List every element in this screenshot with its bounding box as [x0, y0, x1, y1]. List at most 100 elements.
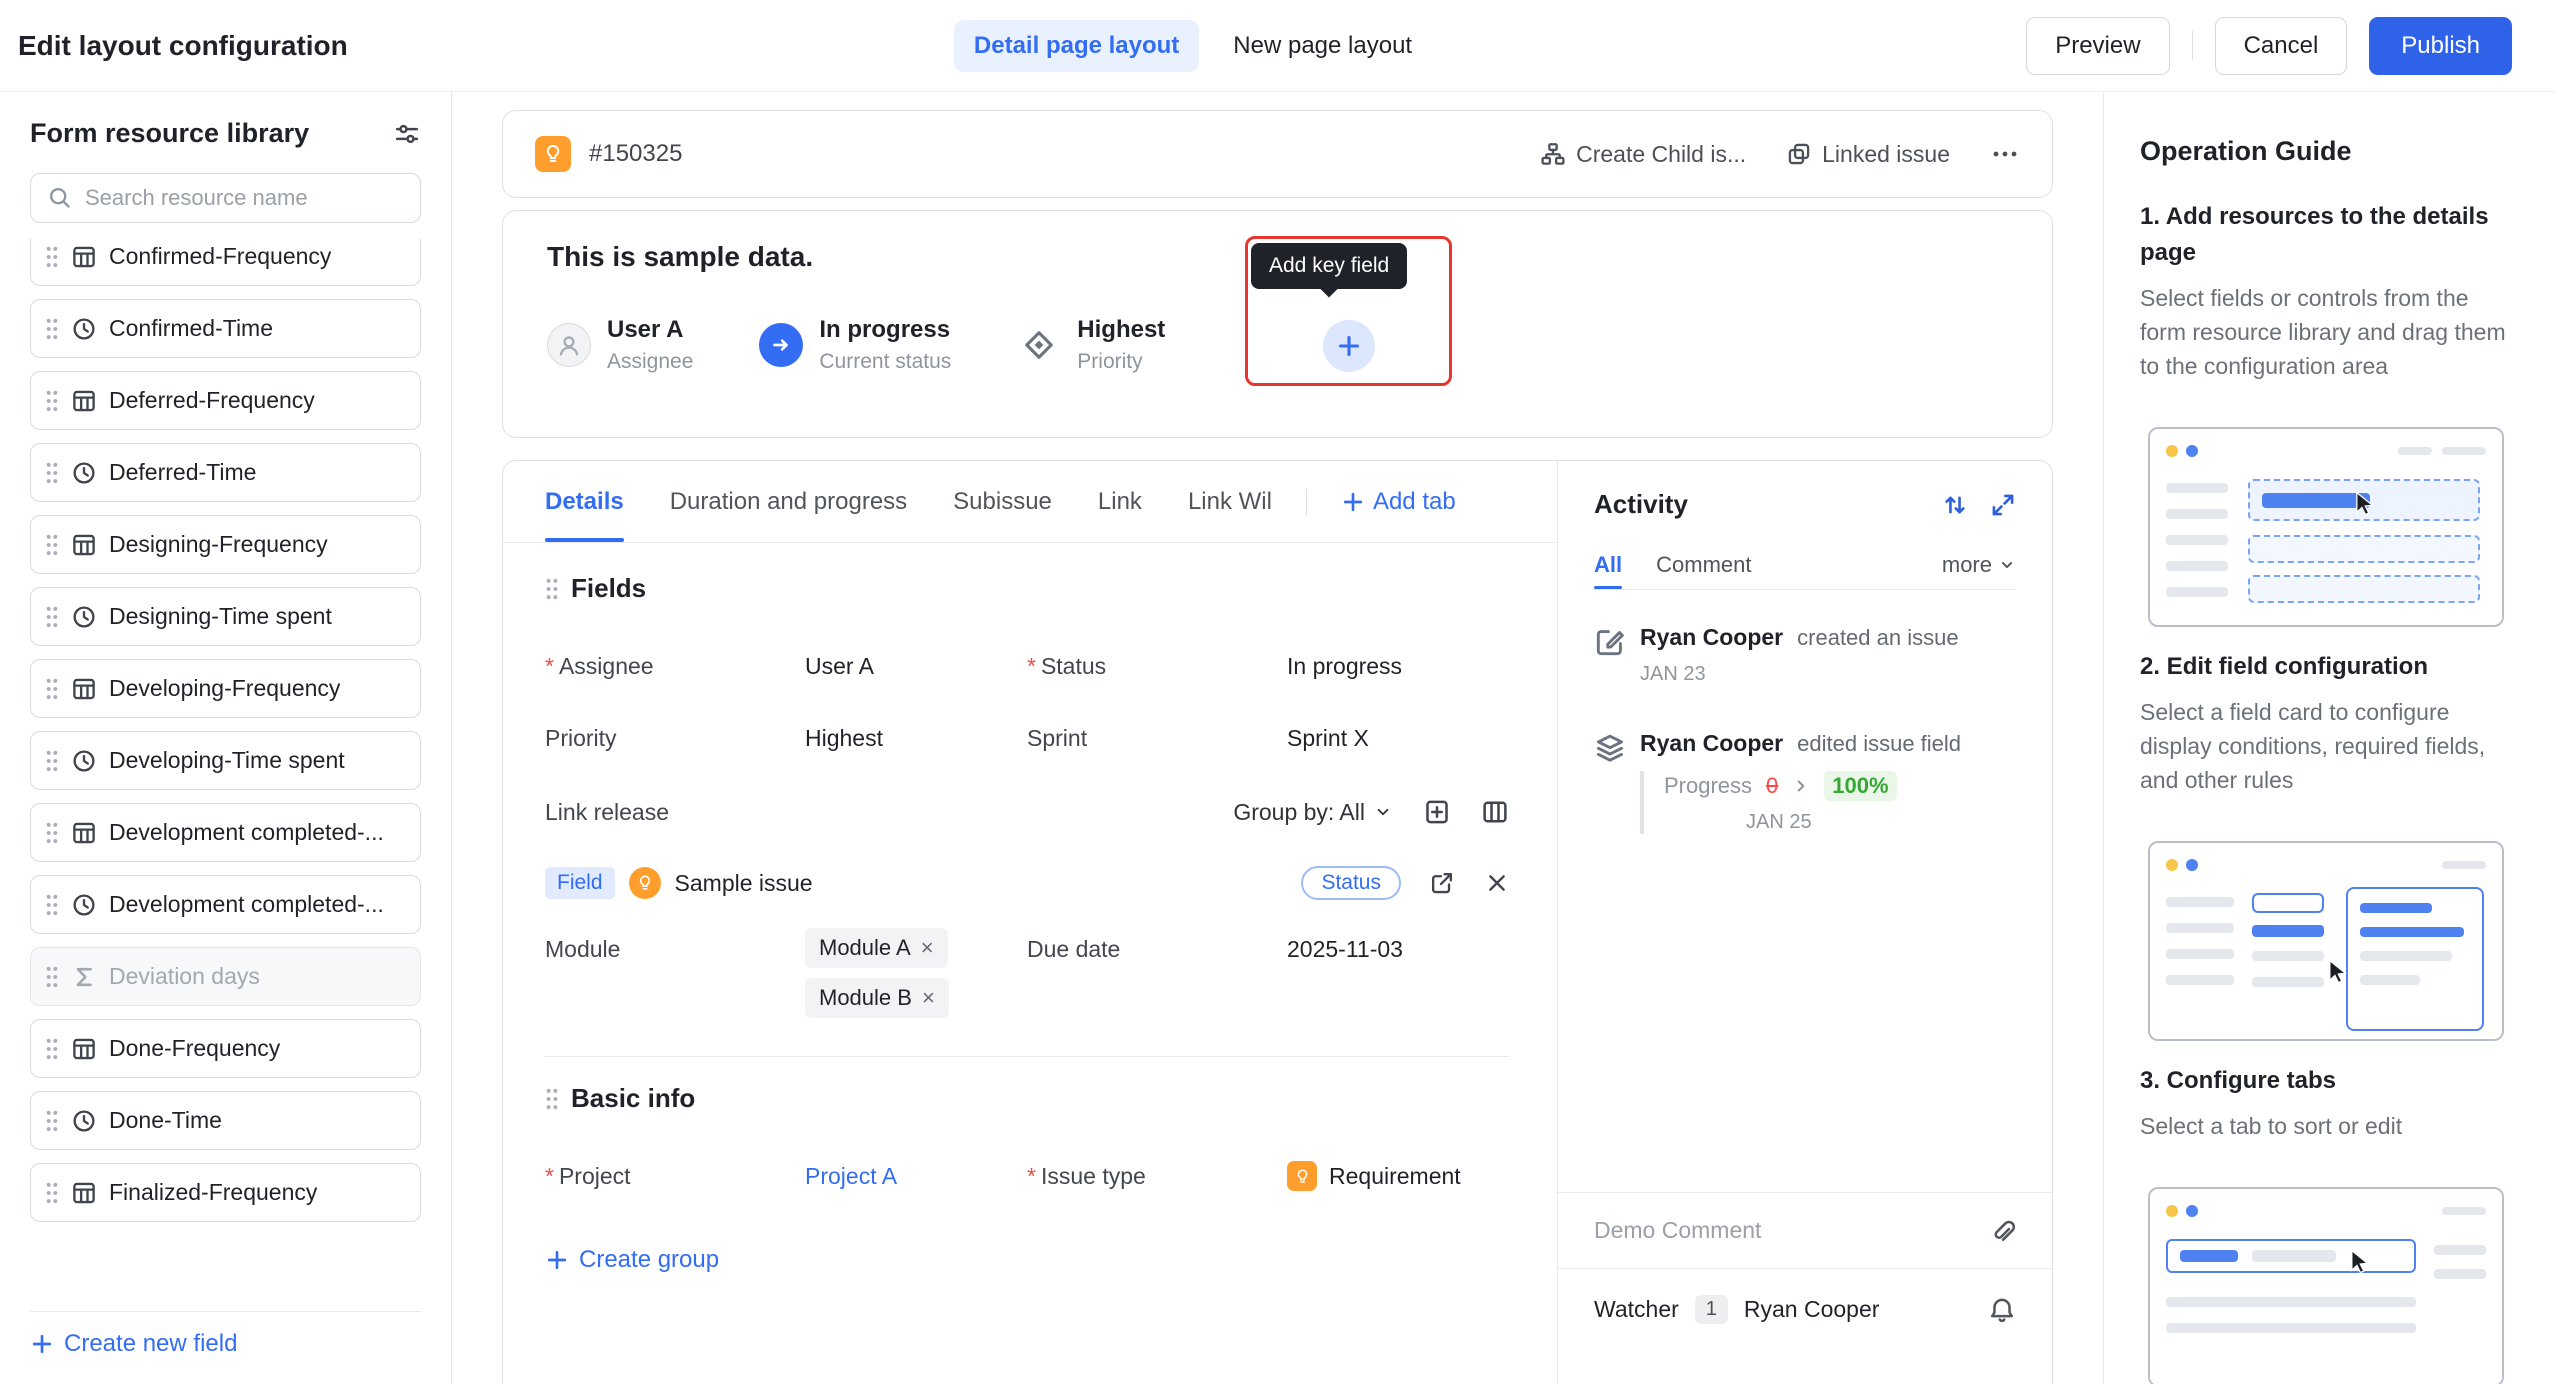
watcher-name[interactable]: Ryan Cooper [1744, 1296, 1880, 1323]
library-search[interactable] [30, 173, 421, 223]
field-sprint[interactable]: Sprint Sprint X [1027, 725, 1509, 752]
bell-icon[interactable] [1988, 1296, 2016, 1324]
drag-handle-icon[interactable] [45, 317, 59, 341]
drag-handle-icon[interactable] [45, 1037, 59, 1061]
remove-linked-issue-icon[interactable] [1485, 871, 1509, 895]
drag-handle-icon[interactable] [45, 821, 59, 845]
requirement-type-icon [628, 867, 661, 899]
library-item[interactable]: Done-Time [30, 1091, 421, 1150]
linked-issue-button[interactable]: Linked issue [1786, 141, 1950, 168]
field-status[interactable]: Status In progress [1027, 653, 1509, 680]
library-item[interactable]: Designing-Frequency [30, 515, 421, 574]
comment-input[interactable] [1594, 1217, 1972, 1244]
linked-issue-item[interactable]: Field Sample issue Status [545, 850, 1509, 916]
key-field-priority[interactable]: Highest Priority [1017, 316, 1165, 374]
sigma-icon [71, 964, 97, 990]
insert-field-icon[interactable] [1423, 798, 1451, 826]
detail-tab-duration-and-progress[interactable]: Duration and progress [670, 461, 907, 542]
detail-page-card: Details Duration and progress Subissue Link… [502, 460, 2053, 1384]
search-icon [47, 185, 73, 211]
publish-button[interactable]: Publish [2369, 16, 2512, 75]
table-chart-icon [71, 1036, 97, 1062]
create-child-issue-button[interactable]: Create Child is... [1540, 141, 1746, 168]
library-item[interactable]: Developing-Frequency [30, 659, 421, 718]
field-link-release[interactable]: Link release Group by: All [545, 774, 1509, 850]
field-assignee[interactable]: Assignee User A [545, 653, 1027, 680]
library-item[interactable]: Development completed-... [30, 875, 421, 934]
attachment-icon[interactable] [1988, 1217, 2016, 1245]
activity-user[interactable]: Ryan Cooper [1640, 624, 1783, 651]
new-value: 100% [1824, 771, 1897, 801]
module-chip[interactable]: Module A × [805, 928, 948, 968]
more-icon[interactable] [1990, 139, 2020, 169]
drag-handle-icon[interactable] [45, 965, 59, 989]
library-title: Form resource library [30, 118, 310, 148]
group-by-select[interactable]: Group by: All [1233, 799, 1393, 826]
key-field-status[interactable]: In progress Current status [759, 316, 951, 374]
sort-order-icon[interactable] [1942, 492, 1968, 518]
add-key-field-button[interactable] [1323, 320, 1375, 372]
drag-handle-icon[interactable] [45, 1181, 59, 1205]
search-input[interactable] [85, 185, 404, 211]
drag-handle-icon[interactable] [45, 605, 59, 629]
add-key-field-tooltip: Add key field [1251, 243, 1408, 289]
library-item[interactable]: Deferred-Time [30, 443, 421, 502]
cancel-button[interactable]: Cancel [2214, 16, 2348, 75]
detail-tab-link-wil[interactable]: Link Wil [1188, 461, 1272, 542]
library-item[interactable]: Done-Frequency [30, 1019, 421, 1078]
add-tab-button[interactable]: Add tab [1341, 488, 1456, 516]
library-item[interactable]: Deviation days [30, 947, 421, 1006]
open-in-new-icon[interactable] [1429, 870, 1455, 896]
library-item[interactable]: Development completed-... [30, 803, 421, 862]
fields-section-title: Fields [571, 573, 647, 603]
library-item[interactable]: Confirmed-Time [30, 299, 421, 358]
drag-handle-icon[interactable] [545, 1087, 559, 1111]
detail-tab-link[interactable]: Link [1098, 461, 1142, 542]
project-link[interactable]: Project A [805, 1163, 897, 1190]
comment-composer[interactable] [1558, 1192, 2052, 1268]
panel-toggle-icon[interactable] [393, 120, 421, 148]
drag-handle-icon[interactable] [45, 533, 59, 557]
library-item-label: Designing-Time spent [109, 603, 332, 629]
tab-new-page-layout[interactable]: New page layout [1213, 20, 1432, 72]
remove-chip-icon[interactable]: × [922, 985, 935, 1011]
key-fields-card[interactable]: This is sample data. User A Assignee In … [502, 210, 2053, 438]
field-issue-type[interactable]: Issue type Requirement [1027, 1161, 1509, 1191]
library-item[interactable]: Developing-Time spent [30, 731, 421, 790]
detail-tab-subissue[interactable]: Subissue [953, 461, 1052, 542]
library-item[interactable]: Finalized-Frequency [30, 1163, 421, 1222]
activity-tab-comment[interactable]: Comment [1656, 540, 1751, 589]
key-field-assignee[interactable]: User A Assignee [547, 316, 693, 374]
library-item[interactable]: Deferred-Frequency [30, 371, 421, 430]
library-item[interactable]: Confirmed-Frequency [30, 239, 421, 286]
create-group-button[interactable]: Create group [545, 1246, 719, 1274]
drag-handle-icon[interactable] [45, 245, 59, 269]
tab-detail-page-layout[interactable]: Detail page layout [953, 19, 1200, 72]
drag-handle-icon[interactable] [45, 893, 59, 917]
preview-button[interactable]: Preview [2026, 16, 2170, 75]
drag-handle-icon[interactable] [45, 461, 59, 485]
expand-icon[interactable] [1990, 492, 2016, 518]
detail-tab-details[interactable]: Details [545, 461, 624, 542]
library-item-label: Done-Frequency [109, 1035, 281, 1061]
drag-handle-icon[interactable] [45, 749, 59, 773]
activity-tab-more[interactable]: more [1942, 552, 2016, 578]
status-pill[interactable]: Status [1301, 866, 1401, 900]
library-item[interactable]: Designing-Time spent [30, 587, 421, 646]
drag-handle-icon[interactable] [45, 389, 59, 413]
drag-handle-icon[interactable] [545, 577, 559, 601]
field-priority[interactable]: Priority Highest [545, 725, 1027, 752]
create-new-field-button[interactable]: Create new field [30, 1330, 237, 1358]
field-due-date[interactable]: Due date 2025-11-03 [1027, 928, 1509, 963]
chevron-down-icon [2001, 561, 2013, 568]
field-module[interactable]: Module Module A × Module B × [545, 928, 1027, 1018]
remove-chip-icon[interactable]: × [921, 935, 934, 961]
field-project[interactable]: Project Project A [545, 1163, 1027, 1190]
drag-handle-icon[interactable] [45, 677, 59, 701]
module-chip[interactable]: Module B × [805, 978, 949, 1018]
drag-handle-icon[interactable] [45, 1109, 59, 1133]
issue-header-bar[interactable]: #150325 Create Child is... Linked issue [502, 110, 2053, 198]
activity-user[interactable]: Ryan Cooper [1640, 730, 1783, 757]
board-view-icon[interactable] [1481, 798, 1509, 826]
activity-tab-all[interactable]: All [1594, 540, 1623, 589]
